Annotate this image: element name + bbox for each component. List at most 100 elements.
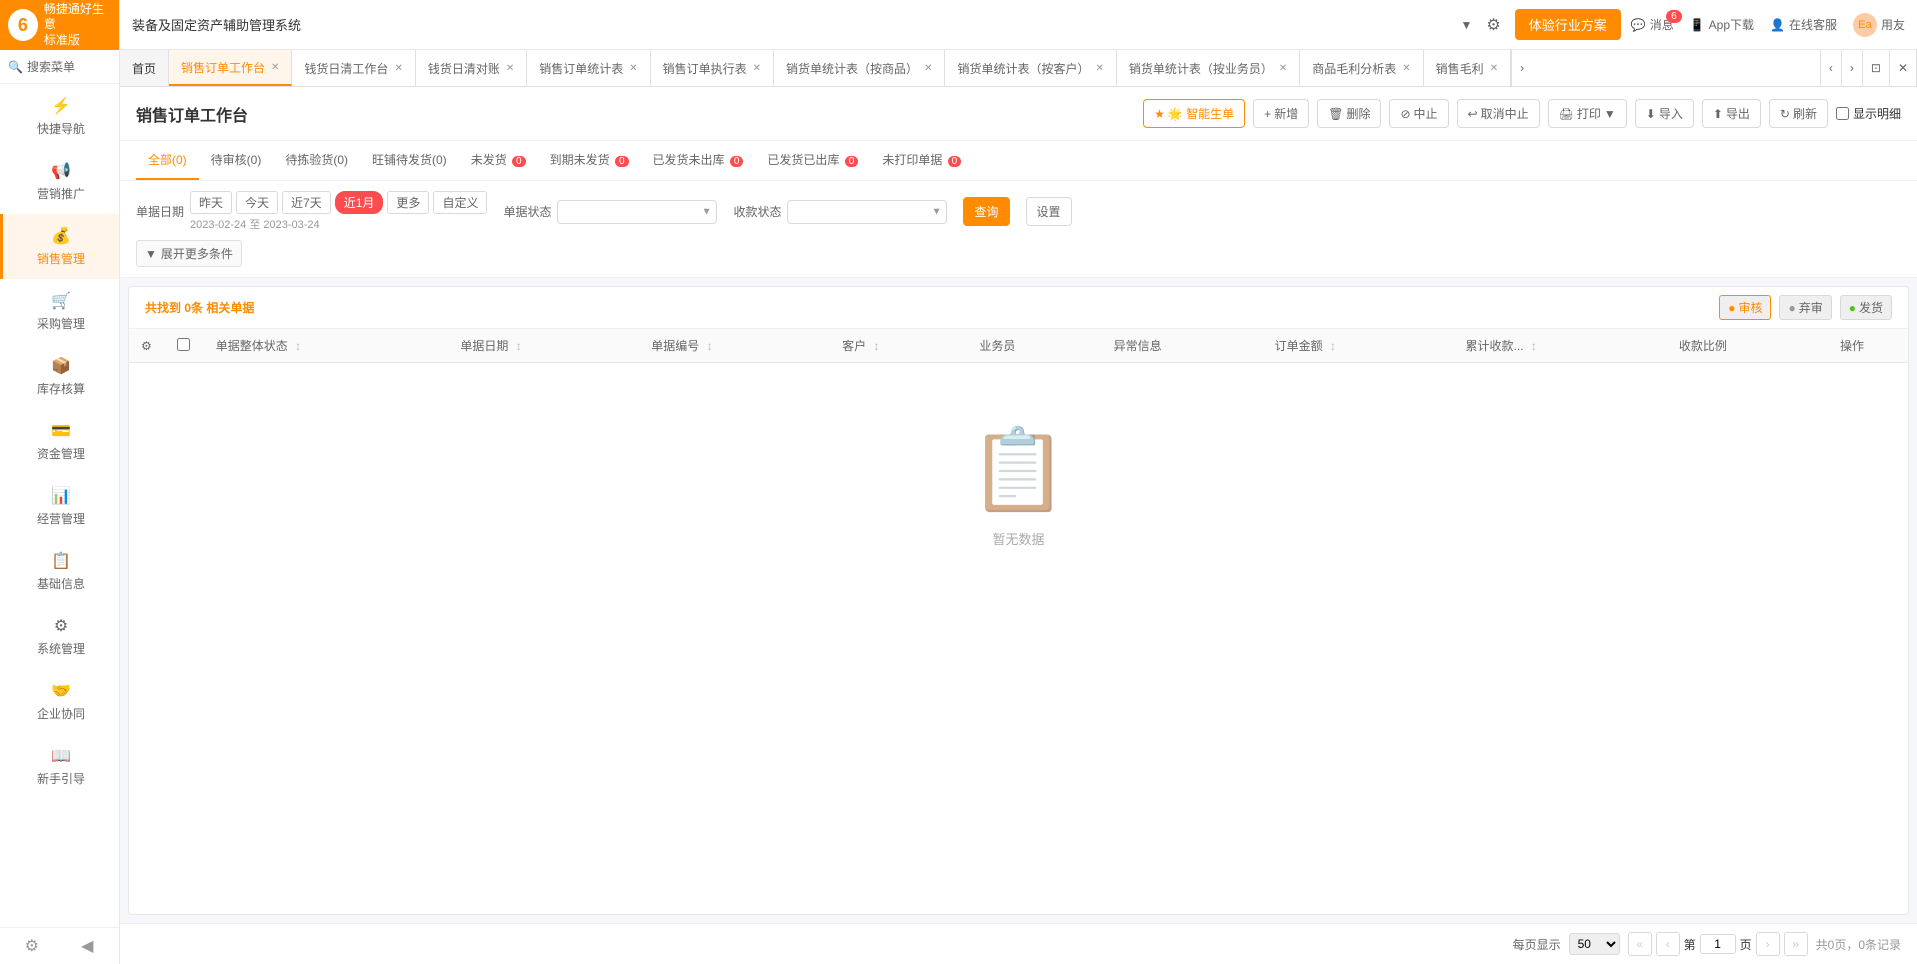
date-btn-7days[interactable]: 近7天 bbox=[282, 191, 331, 214]
sidebar-item-inventory[interactable]: 📦 库存核算 bbox=[0, 344, 119, 409]
sub-tab-shipped-out[interactable]: 已发货已出库 0 bbox=[755, 141, 870, 180]
tab-home[interactable]: 首页 bbox=[120, 50, 169, 86]
app-download-button[interactable]: 📱 App下载 bbox=[1690, 16, 1754, 33]
tab-close-icon[interactable]: ✕ bbox=[753, 63, 761, 74]
print-button[interactable]: 🖨 打印 ▼ bbox=[1548, 99, 1627, 128]
smart-create-button[interactable]: ★ 🌟 智能生单 bbox=[1143, 99, 1245, 128]
tab-close-icon[interactable]: ✕ bbox=[1490, 63, 1498, 74]
page-number-input[interactable] bbox=[1700, 934, 1736, 954]
show-detail-checkbox[interactable]: 显示明细 bbox=[1836, 105, 1901, 122]
first-page-button[interactable]: « bbox=[1628, 932, 1652, 956]
tabs-more-button[interactable]: › bbox=[1511, 50, 1532, 86]
tab-sales-stats-product[interactable]: 销货单统计表（按商品） ✕ bbox=[774, 50, 945, 86]
per-page-select[interactable]: 50 100 200 bbox=[1569, 933, 1620, 955]
col-number[interactable]: 单据编号 ↕ bbox=[639, 329, 830, 363]
tab-close-icon[interactable]: ✕ bbox=[506, 63, 514, 74]
sub-tab-not-printed[interactable]: 未打印单据 0 bbox=[870, 141, 973, 180]
sidebar-item-purchase[interactable]: 🛒 采购管理 bbox=[0, 279, 119, 344]
topbar-dropdown[interactable]: ▼ bbox=[1460, 18, 1472, 32]
query-button[interactable]: 查询 bbox=[963, 197, 1009, 226]
sidebar-item-marketing[interactable]: 📢 营销推广 bbox=[0, 149, 119, 214]
approve-button[interactable]: ● 审核 bbox=[1719, 295, 1771, 320]
sidebar-item-finance[interactable]: 💳 资金管理 bbox=[0, 409, 119, 474]
settings-button[interactable]: 设置 bbox=[1026, 197, 1072, 226]
refresh-button[interactable]: ↻ 刷新 bbox=[1769, 99, 1828, 128]
col-settings[interactable]: ⚙ bbox=[129, 329, 164, 363]
date-btn-more[interactable]: 更多 bbox=[387, 191, 429, 214]
ship-button[interactable]: ● 发货 bbox=[1840, 295, 1892, 320]
tab-close-icon[interactable]: ✕ bbox=[394, 63, 402, 74]
next-page-button[interactable]: › bbox=[1756, 932, 1780, 956]
cancel-stop-button[interactable]: ↩ 取消中止 bbox=[1457, 99, 1540, 128]
sidebar-item-system[interactable]: ⚙ 系统管理 bbox=[0, 604, 119, 669]
show-detail-input[interactable] bbox=[1836, 107, 1849, 120]
tab-close-all-button[interactable]: ✕ bbox=[1890, 50, 1917, 86]
status-select[interactable] bbox=[557, 200, 717, 224]
tab-close-icon[interactable]: ✕ bbox=[1095, 63, 1103, 74]
tab-sales-profit[interactable]: 销售毛利 ✕ bbox=[1424, 50, 1511, 86]
tab-next-button[interactable]: › bbox=[1842, 50, 1863, 86]
sidebar-item-sales[interactable]: 💰 销售管理 bbox=[0, 214, 119, 279]
tab-cash-reconcile[interactable]: 钱货日清对账 ✕ bbox=[416, 50, 527, 86]
col-amount[interactable]: 订单金额 ↕ bbox=[1263, 329, 1454, 363]
col-status[interactable]: 单据整体状态 ↕ bbox=[204, 329, 449, 363]
add-button[interactable]: + 新增 bbox=[1253, 99, 1309, 128]
tab-close-icon[interactable]: ✕ bbox=[1279, 63, 1287, 74]
sidebar-item-operation[interactable]: 📊 经营管理 bbox=[0, 474, 119, 539]
tab-sales-stats-staff[interactable]: 销货单统计表（按业务员） ✕ bbox=[1117, 50, 1300, 86]
sidebar-item-guide[interactable]: 📖 新手引导 bbox=[0, 734, 119, 799]
expand-button[interactable]: ▼ 展开更多条件 bbox=[136, 240, 242, 267]
sub-tab-shipped-not-out[interactable]: 已发货未出库 0 bbox=[641, 141, 756, 180]
col-ratio[interactable]: 收款比例 bbox=[1667, 329, 1828, 363]
settings-btn[interactable]: ⚙ bbox=[8, 936, 56, 956]
collapse-btn[interactable]: ◀ bbox=[64, 936, 112, 956]
topbar-gear-icon[interactable]: ⚙ bbox=[1482, 11, 1504, 39]
solution-button[interactable]: 体验行业方案 bbox=[1515, 9, 1621, 40]
sub-tab-not-shipped[interactable]: 未发货 0 bbox=[459, 141, 538, 180]
date-btn-today[interactable]: 今天 bbox=[236, 191, 278, 214]
table-scroll[interactable]: ⚙ 单据整体状态 ↕ 单据日期 ↕ 单据编号 ↕ 客户 ↕ 业务员 异常信息 订… bbox=[129, 329, 1908, 914]
tab-close-icon[interactable]: ✕ bbox=[629, 63, 637, 74]
prev-page-button[interactable]: ‹ bbox=[1656, 932, 1680, 956]
col-date[interactable]: 单据日期 ↕ bbox=[448, 329, 639, 363]
tab-sales-workbench[interactable]: 销售订单工作台 ✕ bbox=[169, 50, 292, 86]
col-received[interactable]: 累计收款... ↕ bbox=[1454, 329, 1667, 363]
tab-margin-analysis[interactable]: 商品毛利分析表 ✕ bbox=[1300, 50, 1423, 86]
reject-button[interactable]: ● 弃审 bbox=[1779, 295, 1831, 320]
tab-cash-daily[interactable]: 钱货日清工作台 ✕ bbox=[292, 50, 415, 86]
tab-sales-stats[interactable]: 销售订单统计表 ✕ bbox=[527, 50, 650, 86]
tab-prev-button[interactable]: ‹ bbox=[1821, 50, 1842, 86]
sub-tab-pending-review[interactable]: 待审核(0) bbox=[199, 141, 274, 180]
tab-sales-execute[interactable]: 销售订单执行表 ✕ bbox=[651, 50, 774, 86]
payment-select[interactable] bbox=[787, 200, 947, 224]
col-customer[interactable]: 客户 ↕ bbox=[830, 329, 967, 363]
col-checkbox[interactable] bbox=[164, 329, 204, 363]
online-service-button[interactable]: 👤 在线客服 bbox=[1770, 16, 1837, 33]
sidebar-item-enterprise[interactable]: 🤝 企业协同 bbox=[0, 669, 119, 734]
date-btn-yesterday[interactable]: 昨天 bbox=[190, 191, 232, 214]
sub-tab-expired[interactable]: 到期未发货 0 bbox=[538, 141, 641, 180]
sub-tab-pending-check[interactable]: 待拣验货(0) bbox=[273, 141, 360, 180]
sidebar-item-basic[interactable]: 📋 基础信息 bbox=[0, 539, 119, 604]
last-page-button[interactable]: » bbox=[1784, 932, 1808, 956]
stop-button[interactable]: ⊘ 中止 bbox=[1389, 99, 1448, 128]
tab-close-icon[interactable]: ✕ bbox=[924, 63, 932, 74]
select-all-checkbox[interactable] bbox=[177, 338, 190, 351]
sidebar-item-quick-nav[interactable]: ⚡ 快捷导航 bbox=[0, 84, 119, 149]
message-button[interactable]: 💬 消息 6 bbox=[1631, 16, 1674, 33]
tab-close-icon[interactable]: ✕ bbox=[1402, 63, 1410, 74]
sub-tab-wang-pending[interactable]: 旺铺待发货(0) bbox=[360, 141, 459, 180]
user-button[interactable]: Ea 用友 bbox=[1853, 13, 1905, 37]
tab-sales-stats-customer[interactable]: 销货单统计表（按客户） ✕ bbox=[945, 50, 1116, 86]
col-abnormal[interactable]: 异常信息 bbox=[1102, 329, 1263, 363]
export-button[interactable]: ⬆ 导出 bbox=[1702, 99, 1761, 128]
sub-tab-all[interactable]: 全部(0) bbox=[136, 141, 199, 180]
date-btn-custom[interactable]: 自定义 bbox=[433, 191, 487, 214]
tab-restore-button[interactable]: ⊡ bbox=[1863, 50, 1890, 86]
delete-button[interactable]: 🗑 删除 bbox=[1317, 99, 1381, 128]
tab-close-icon[interactable]: ✕ bbox=[271, 62, 279, 73]
date-btn-1month[interactable]: 近1月 bbox=[335, 191, 384, 214]
sidebar-search[interactable]: 🔍 搜索菜单 bbox=[0, 50, 119, 84]
import-button[interactable]: ⬇ 导入 bbox=[1635, 99, 1694, 128]
col-staff[interactable]: 业务员 bbox=[967, 329, 1101, 363]
